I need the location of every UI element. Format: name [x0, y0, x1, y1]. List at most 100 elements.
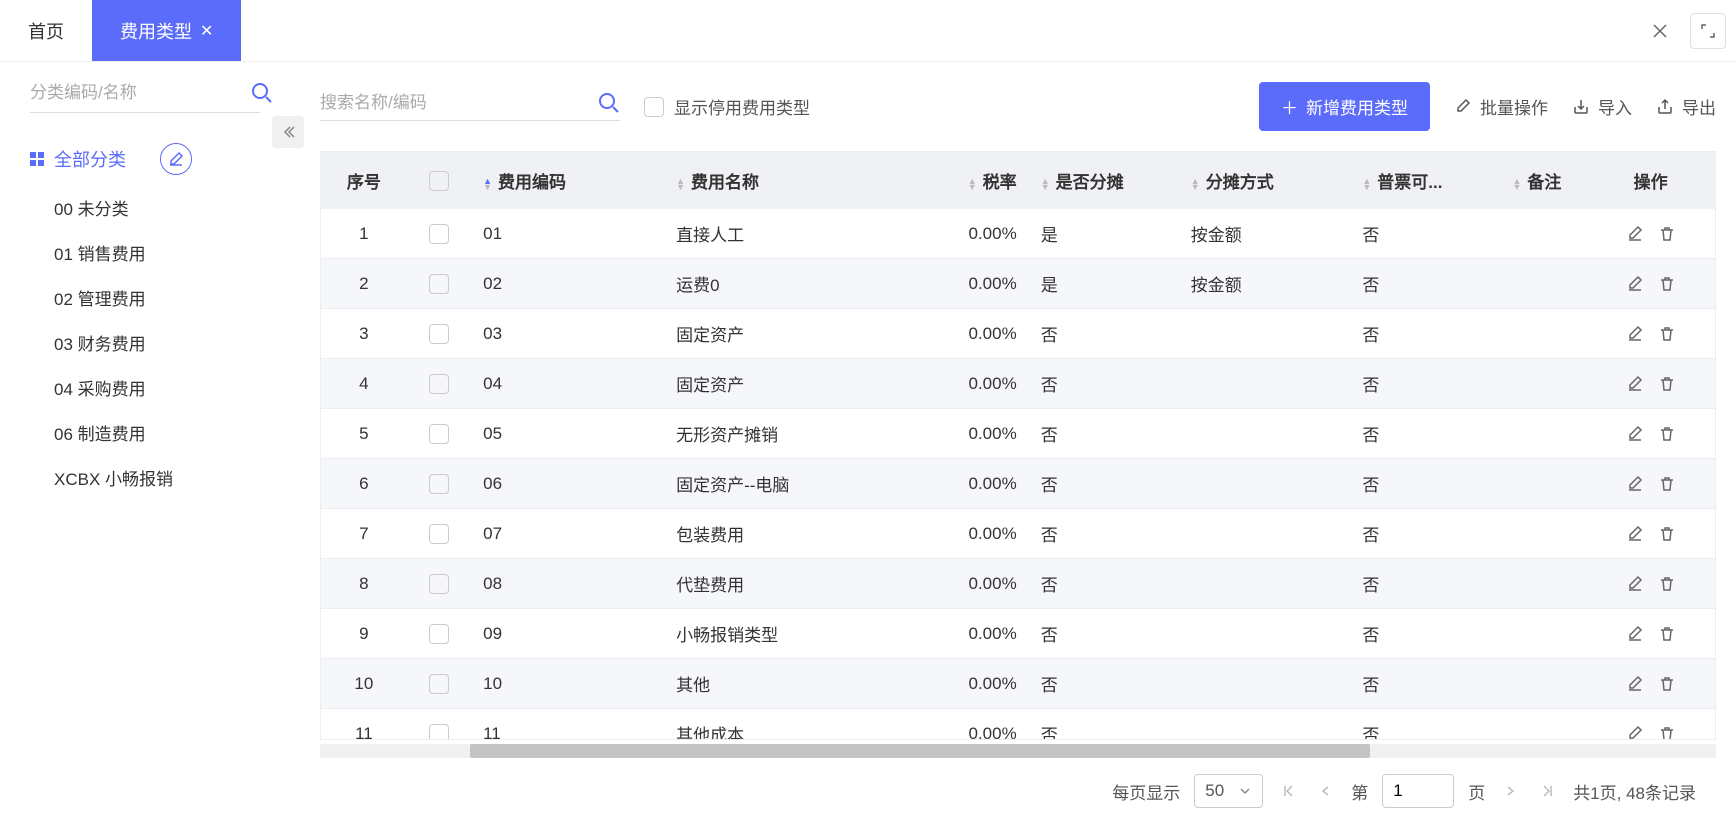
fullscreen-icon[interactable] — [1690, 13, 1726, 49]
edit-icon[interactable] — [1626, 425, 1644, 443]
col-header-split[interactable]: ▲▼是否分摊 — [1029, 152, 1179, 209]
add-button-label: 新增费用类型 — [1306, 94, 1408, 119]
category-root[interactable]: 全部分类 — [30, 133, 300, 185]
cell-checkbox[interactable] — [407, 509, 471, 559]
cell-seq: 5 — [321, 409, 407, 459]
cell-checkbox[interactable] — [407, 309, 471, 359]
add-expense-type-button[interactable]: ＋ 新增费用类型 — [1259, 82, 1430, 131]
cell-seq: 6 — [321, 459, 407, 509]
page-number-input[interactable] — [1393, 781, 1443, 801]
edit-icon[interactable] — [1626, 725, 1644, 740]
checkbox-icon[interactable] — [644, 97, 664, 117]
sidebar-item[interactable]: 06 制造费用 — [54, 410, 300, 455]
cell-checkbox[interactable] — [407, 559, 471, 609]
sidebar-item[interactable]: 01 销售费用 — [54, 230, 300, 275]
cell-plain: 否 — [1350, 209, 1500, 259]
col-header-code[interactable]: ▲▼费用编码 — [471, 152, 664, 209]
table-row: 606固定资产--电脑0.00%否否 — [321, 459, 1715, 509]
col-header-method[interactable]: ▲▼分摊方式 — [1179, 152, 1351, 209]
search-icon[interactable] — [598, 92, 620, 114]
edit-icon[interactable] — [1626, 575, 1644, 593]
delete-icon[interactable] — [1658, 575, 1676, 593]
table-row: 202运费00.00%是按金额否 — [321, 259, 1715, 309]
delete-icon[interactable] — [1658, 325, 1676, 343]
cell-action — [1586, 359, 1715, 409]
tab-home[interactable]: 首页 — [0, 0, 92, 61]
cell-rate: 0.00% — [900, 259, 1029, 309]
cell-action — [1586, 559, 1715, 609]
cell-method — [1179, 709, 1351, 740]
delete-icon[interactable] — [1658, 525, 1676, 543]
cell-checkbox[interactable] — [407, 259, 471, 309]
cell-seq: 4 — [321, 359, 407, 409]
cell-name: 无形资产摊销 — [664, 409, 900, 459]
sidebar-item[interactable]: XCBX 小畅报销 — [54, 455, 300, 500]
delete-icon[interactable] — [1658, 725, 1676, 740]
edit-icon[interactable] — [1626, 525, 1644, 543]
horizontal-scrollbar[interactable] — [320, 744, 1716, 758]
first-page-icon[interactable] — [1277, 783, 1301, 799]
edit-category-icon[interactable] — [160, 143, 192, 175]
col-header-checkbox[interactable] — [407, 152, 471, 209]
delete-icon[interactable] — [1658, 625, 1676, 643]
edit-icon[interactable] — [1626, 675, 1644, 693]
show-disabled-checkbox[interactable]: 显示停用费用类型 — [644, 94, 810, 119]
col-header-remark[interactable]: ▲▼备注 — [1500, 152, 1586, 209]
collapse-sidebar-icon[interactable] — [272, 116, 304, 148]
cell-name: 其他成本 — [664, 709, 900, 740]
col-header-name[interactable]: ▲▼费用名称 — [664, 152, 900, 209]
sidebar-item[interactable]: 03 财务费用 — [54, 320, 300, 365]
sidebar-item[interactable]: 02 管理费用 — [54, 275, 300, 320]
col-header-seq[interactable]: 序号 — [321, 152, 407, 209]
delete-icon[interactable] — [1658, 425, 1676, 443]
export-button[interactable]: 导出 — [1656, 94, 1716, 119]
edit-icon[interactable] — [1626, 625, 1644, 643]
cell-remark — [1500, 659, 1586, 709]
cell-checkbox[interactable] — [407, 659, 471, 709]
import-button[interactable]: 导入 — [1572, 94, 1632, 119]
cell-name: 代垫费用 — [664, 559, 900, 609]
close-icon[interactable]: ✕ — [200, 21, 213, 41]
batch-operation-button[interactable]: 批量操作 — [1454, 94, 1548, 119]
cell-action — [1586, 609, 1715, 659]
cell-plain: 否 — [1350, 459, 1500, 509]
edit-icon[interactable] — [1626, 275, 1644, 293]
cell-checkbox[interactable] — [407, 609, 471, 659]
cell-plain: 否 — [1350, 609, 1500, 659]
edit-icon[interactable] — [1626, 375, 1644, 393]
page-size-select[interactable]: 50 — [1194, 774, 1263, 808]
sidebar-item[interactable]: 04 采购费用 — [54, 365, 300, 410]
cell-checkbox[interactable] — [407, 409, 471, 459]
search-input[interactable] — [320, 93, 598, 113]
category-search-input[interactable] — [30, 83, 251, 103]
delete-icon[interactable] — [1658, 475, 1676, 493]
cell-checkbox[interactable] — [407, 709, 471, 740]
delete-icon[interactable] — [1658, 375, 1676, 393]
close-all-icon[interactable] — [1648, 19, 1672, 43]
cell-split: 否 — [1029, 659, 1179, 709]
sidebar-item[interactable]: 00 未分类 — [54, 185, 300, 230]
cell-code: 02 — [471, 259, 664, 309]
next-page-icon[interactable] — [1499, 784, 1521, 798]
cell-seq: 1 — [321, 209, 407, 259]
cell-plain: 否 — [1350, 559, 1500, 609]
cell-split: 否 — [1029, 309, 1179, 359]
delete-icon[interactable] — [1658, 275, 1676, 293]
cell-action — [1586, 509, 1715, 559]
cell-checkbox[interactable] — [407, 459, 471, 509]
last-page-icon[interactable] — [1535, 783, 1559, 799]
tab-expense-type[interactable]: 费用类型 ✕ — [92, 0, 241, 61]
delete-icon[interactable] — [1658, 225, 1676, 243]
prev-page-icon[interactable] — [1315, 784, 1337, 798]
cell-checkbox[interactable] — [407, 359, 471, 409]
edit-icon[interactable] — [1626, 475, 1644, 493]
col-header-plain[interactable]: ▲▼普票可... — [1350, 152, 1500, 209]
tab-home-label: 首页 — [28, 18, 64, 44]
col-header-rate[interactable]: ▲▼税率 — [900, 152, 1029, 209]
edit-icon[interactable] — [1626, 225, 1644, 243]
cell-checkbox[interactable] — [407, 209, 471, 259]
search-icon[interactable] — [251, 82, 273, 104]
edit-icon[interactable] — [1626, 325, 1644, 343]
delete-icon[interactable] — [1658, 675, 1676, 693]
scrollbar-thumb[interactable] — [470, 744, 1370, 758]
